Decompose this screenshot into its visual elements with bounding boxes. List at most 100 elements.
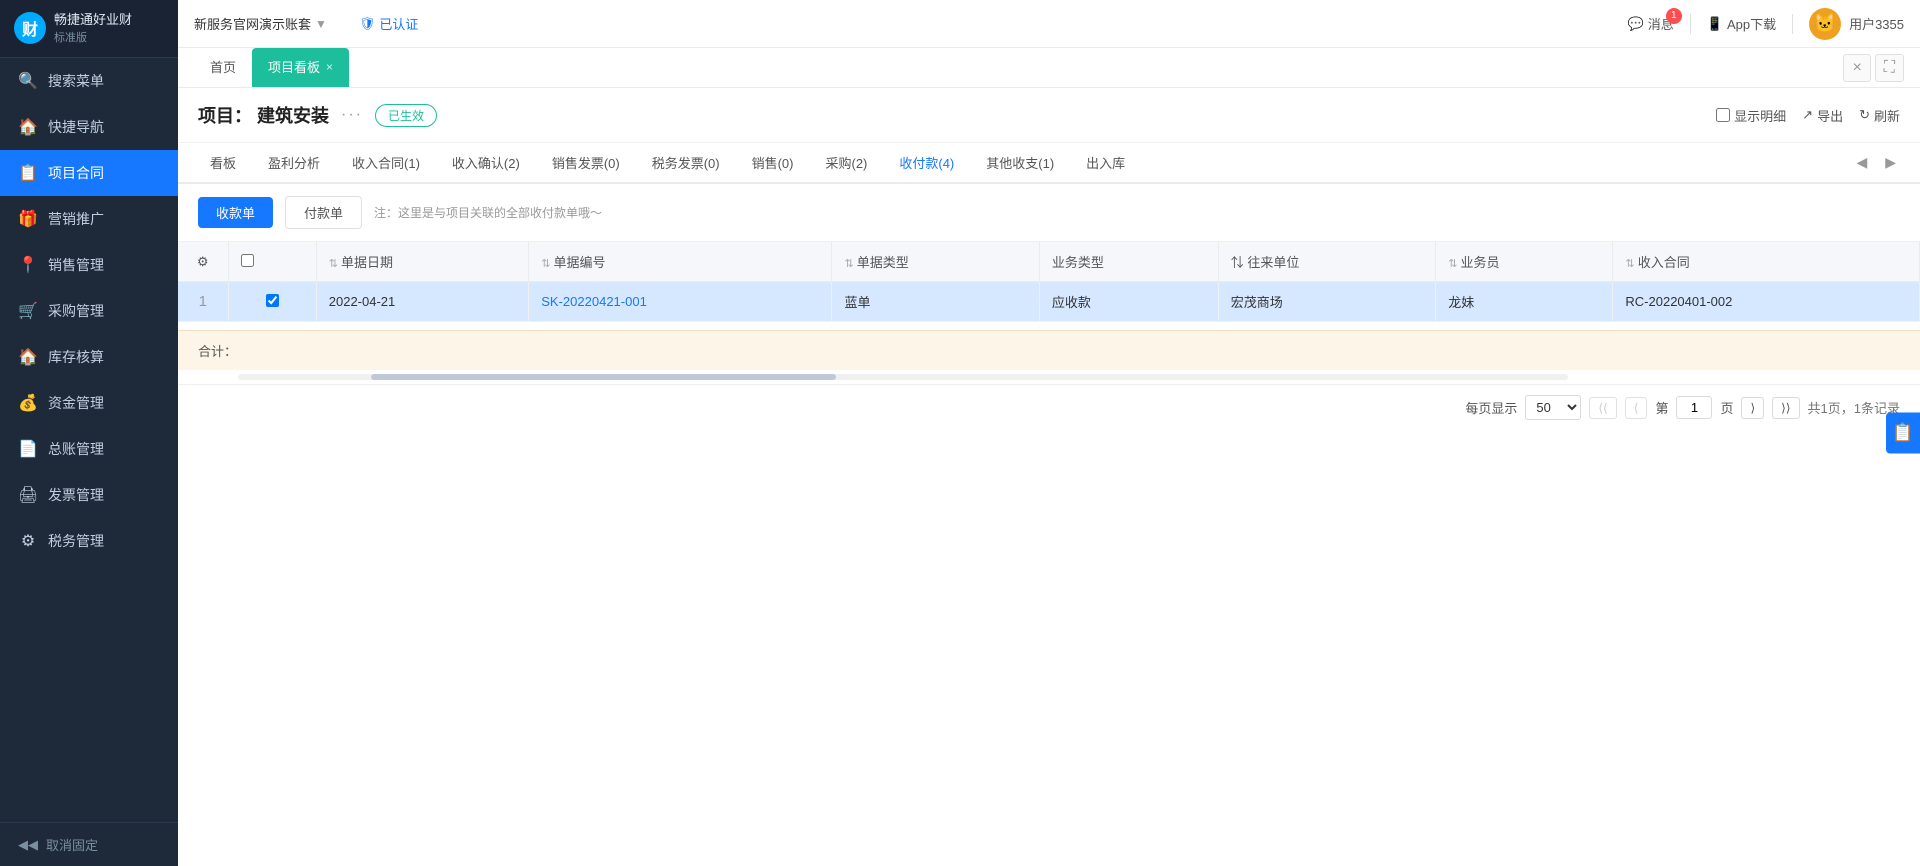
tab-home-label: 首页	[210, 57, 236, 76]
row-checkbox-cell[interactable]	[228, 282, 316, 322]
row-salesperson: 龙妹	[1436, 282, 1613, 322]
project-title: 项目： 建筑安装	[198, 102, 329, 128]
receipts-table: ⚙ 单据日期 单据编号 单据类型 业务类型 ⇅ 往来单位 业务员 收	[178, 242, 1920, 322]
shield-icon: 🛡	[359, 16, 376, 32]
panel-icon: 📋	[1892, 423, 1914, 443]
tab-project-board-label: 项目看板	[268, 57, 320, 76]
subnav-item-income-confirm[interactable]: 收入确认(2)	[436, 143, 536, 184]
sidebar-item-funds[interactable]: 💰 资金管理	[0, 380, 178, 426]
certified-badge: 🛡 已认证	[359, 14, 419, 33]
tax-icon: ⚙	[18, 531, 38, 551]
row-type: 蓝单	[832, 282, 1039, 322]
receipt-tab-button[interactable]: 收款单	[198, 197, 273, 228]
chevron-down-icon: ▼	[315, 17, 327, 31]
sidebar-item-project-contract[interactable]: 📋 项目合同	[0, 150, 178, 196]
payment-tab-button[interactable]: 付款单	[285, 196, 362, 229]
next-page-button[interactable]: ⟩	[1741, 397, 1764, 419]
sidebar-item-inventory[interactable]: 🏠 库存核算	[0, 334, 178, 380]
select-all-checkbox[interactable]	[241, 254, 254, 267]
show-detail-action[interactable]: 显示明细	[1716, 106, 1786, 125]
row-code-link[interactable]: SK-20220421-001	[541, 294, 647, 309]
gear-icon[interactable]: ⚙	[197, 254, 209, 269]
subnav-item-receipts[interactable]: 收付款(4)	[883, 143, 970, 184]
page-number-input[interactable]	[1676, 396, 1712, 419]
subnav-item-income-contract[interactable]: 收入合同(1)	[336, 143, 436, 184]
tab-home[interactable]: 首页	[194, 48, 252, 87]
checkbox-header[interactable]	[228, 242, 316, 282]
inventory-icon: 🏠	[18, 347, 38, 367]
project-status-badge: 已生效	[375, 104, 437, 127]
subnav-item-in-out[interactable]: 出入库	[1070, 143, 1141, 184]
account-selector[interactable]: 新服务官网演示账套 ▼	[194, 14, 327, 33]
row-checkbox[interactable]	[266, 294, 279, 307]
subtab-bar: 收款单 付款单 注：这里是与项目关联的全部收付款单哦～	[178, 184, 1920, 242]
scrollbar-track[interactable]	[238, 374, 1568, 380]
close-window-button[interactable]: ×	[1843, 54, 1870, 82]
mobile-icon: 📱	[1707, 16, 1723, 32]
income-contract-header[interactable]: 收入合同	[1613, 242, 1920, 282]
sidebar-item-ledger[interactable]: 📄 总账管理	[0, 426, 178, 472]
subnav-item-sales-invoice[interactable]: 销售发票(0)	[536, 143, 636, 184]
date-header[interactable]: 单据日期	[316, 242, 529, 282]
divider2	[1792, 14, 1793, 34]
float-panel-icon[interactable]: 📋	[1886, 413, 1920, 454]
project-more-button[interactable]: ···	[341, 106, 363, 124]
sidebar-item-tax-mgmt[interactable]: ⚙ 税务管理	[0, 518, 178, 564]
sidebar-item-purchase-mgmt[interactable]: 🛒 采购管理	[0, 288, 178, 334]
subtab-note: 注：这里是与项目关联的全部收付款单哦～	[374, 204, 602, 221]
subnav-next-arrow[interactable]: ▶	[1877, 148, 1904, 177]
fullscreen-button[interactable]: ⛶	[1875, 54, 1904, 82]
settings-header[interactable]: ⚙	[178, 242, 228, 282]
funds-icon: 💰	[18, 393, 38, 413]
tab-project-board[interactable]: 项目看板 ×	[252, 48, 349, 87]
partner-header[interactable]: ⇅ 往来单位	[1218, 242, 1435, 282]
project-name: 建筑安装	[257, 106, 329, 126]
scrollbar-thumb[interactable]	[371, 374, 836, 380]
last-page-button[interactable]: ⟩⟩	[1772, 397, 1799, 419]
subnav-item-profit[interactable]: 盈利分析	[252, 143, 336, 184]
tab-close-icon[interactable]: ×	[326, 60, 333, 74]
unpin-button[interactable]: ◀◀ 取消固定	[0, 822, 178, 866]
purchase-icon: 🛒	[18, 301, 38, 321]
app-name: 畅捷通好业财	[54, 12, 132, 29]
prev-page-button[interactable]: ⟨	[1625, 397, 1648, 419]
row-code[interactable]: SK-20220421-001	[529, 282, 832, 322]
sidebar-item-search[interactable]: 🔍 搜索菜单	[0, 58, 178, 104]
type-header[interactable]: 单据类型	[832, 242, 1039, 282]
tabbar: 首页 项目看板 × × ⛶	[178, 48, 1920, 88]
project-header: 项目： 建筑安装 ··· 已生效 显示明细 ↗ 导出 ↻ 刷新	[178, 88, 1920, 143]
table-footer: 合计：	[178, 330, 1920, 370]
sidebar-item-label: 库存核算	[48, 347, 104, 367]
row-income-contract: RC-20220401-002	[1613, 282, 1920, 322]
ledger-icon: 📄	[18, 439, 38, 459]
page-size-select[interactable]: 50 10 20 100	[1525, 395, 1581, 420]
sidebar-item-invoice-mgmt[interactable]: 🖨 发票管理	[0, 472, 178, 518]
subnav-item-sales[interactable]: 销售(0)	[736, 143, 810, 184]
page-size-label: 每页显示	[1465, 398, 1517, 417]
subnav-prev-arrow[interactable]: ◀	[1848, 148, 1875, 177]
subnav-item-other-receipts[interactable]: 其他收支(1)	[970, 143, 1070, 184]
row-date: 2022-04-21	[316, 282, 529, 322]
export-label: 导出	[1817, 106, 1843, 125]
app-download-button[interactable]: 📱 App下载	[1707, 14, 1776, 33]
refresh-button[interactable]: ↻ 刷新	[1859, 106, 1900, 125]
messages-button[interactable]: 💬 消息 1	[1628, 14, 1674, 33]
sidebar-item-label: 快捷导航	[48, 117, 104, 137]
salesperson-header[interactable]: 业务员	[1436, 242, 1613, 282]
user-button[interactable]: 🐱 用户3355	[1809, 8, 1904, 40]
subnav-item-purchase[interactable]: 采购(2)	[809, 143, 883, 184]
code-header[interactable]: 单据编号	[529, 242, 832, 282]
export-button[interactable]: ↗ 导出	[1802, 106, 1843, 125]
sidebar-item-label: 销售管理	[48, 255, 104, 275]
table-wrap: ⚙ 单据日期 单据编号 单据类型 业务类型 ⇅ 往来单位 业务员 收	[178, 242, 1920, 330]
sidebar-item-quick-nav[interactable]: 🏠 快捷导航	[0, 104, 178, 150]
refresh-label: 刷新	[1874, 106, 1900, 125]
subnav-item-tax-invoice[interactable]: 税务发票(0)	[636, 143, 736, 184]
subnav-item-kanban[interactable]: 看板	[194, 143, 252, 184]
sidebar-item-marketing[interactable]: 🎁 营销推广	[0, 196, 178, 242]
table-row[interactable]: 1 2022-04-21 SK-20220421-001 蓝单 应收款 宏茂商场…	[178, 282, 1920, 322]
sidebar-item-sales-mgmt[interactable]: 📍 销售管理	[0, 242, 178, 288]
first-page-button[interactable]: ⟨⟨	[1589, 397, 1616, 419]
show-detail-checkbox[interactable]	[1716, 108, 1730, 122]
certified-label: 已认证	[379, 14, 418, 33]
